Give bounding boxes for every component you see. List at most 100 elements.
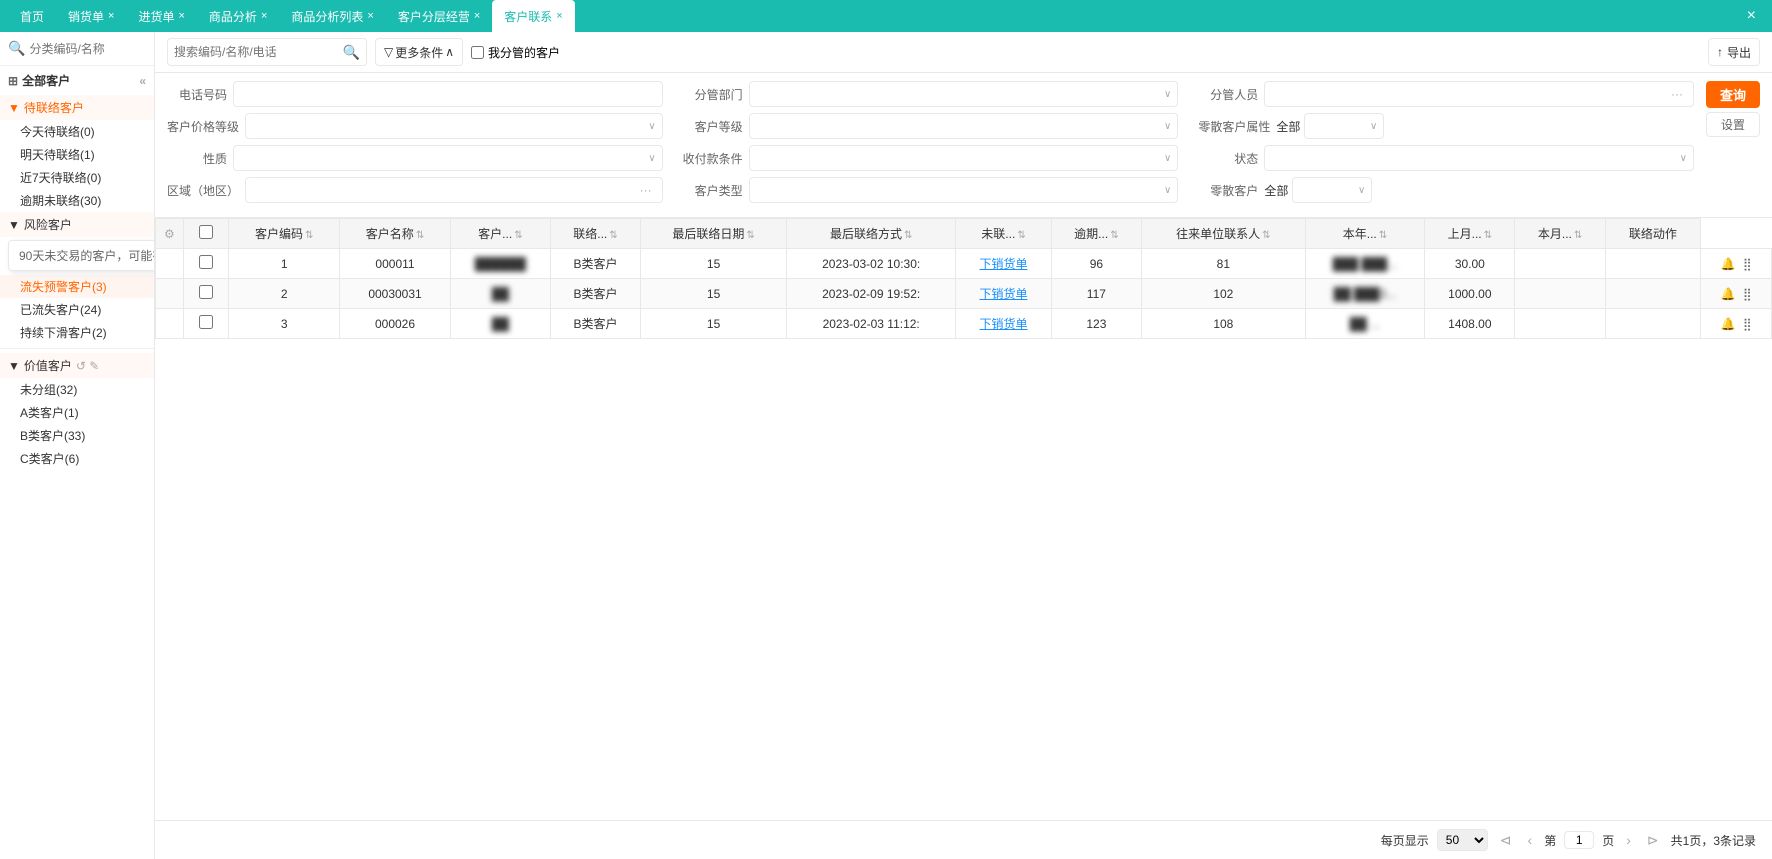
main-search-input[interactable] [174,45,343,59]
next-page-button[interactable]: › [1622,832,1635,848]
nav-customer-segment[interactable]: 客户分层经营 × [386,0,492,32]
filter-row-3: 性质 ∨ 收付款条件 ∨ [167,145,1694,171]
filter-retail-customer-select[interactable]: ∨ [1292,177,1372,203]
row-checkbox-0[interactable] [199,255,213,269]
filter-region-select[interactable]: ··· [245,177,663,203]
select-all-checkbox[interactable] [199,225,213,239]
query-button[interactable]: 查询 [1706,81,1760,108]
cell-code-2: 000026 [340,309,451,339]
sidebar-item-tomorrow[interactable]: 明天待联络(1) [0,143,154,166]
col-overdue[interactable]: 逾期...⇅ [1051,219,1141,249]
sidebar-item-week[interactable]: 近7天待联络(0) [0,166,154,189]
cell-action-2[interactable]: 🔔 ⣿ [1701,309,1772,339]
sidebar-item-churned[interactable]: 已流失客户(24) [0,298,154,321]
cell-contact-1: 15 [641,279,787,309]
filter-dept-select[interactable]: ∨ [749,81,1179,107]
sidebar-item-b-class[interactable]: B类客户(33) [0,424,154,447]
col-last-method[interactable]: 最后联络方式⇅ [787,219,956,249]
filter-customer-level-select[interactable]: ∨ [749,113,1179,139]
sidebar-item-churn-warning[interactable]: 流失预警客户(3) [0,275,154,298]
page-size-select[interactable]: 50 100 [1437,829,1488,851]
table-settings-icon[interactable]: ⚙ [164,227,175,241]
sidebar-item-today[interactable]: 今天待联络(0) [0,120,154,143]
sidebar-group-value[interactable]: ▼ 价值客户 ↺ ✎ [0,353,154,378]
last-page-button[interactable]: ⊳ [1643,832,1663,849]
sidebar-group-risk[interactable]: ▼ 风险客户 [0,212,154,237]
page-number-input[interactable] [1564,831,1594,849]
nav-home[interactable]: 首页 [8,0,56,32]
nav-sales[interactable]: 销货单 × [56,0,126,32]
region-dots-icon[interactable]: ··· [636,183,656,197]
filter-status-select[interactable]: ∨ [1264,145,1694,171]
action-more-icon-2[interactable]: ⣿ [1743,317,1752,331]
filter-manager-select[interactable]: ··· [1264,81,1694,107]
sidebar-item-a-class[interactable]: A类客户(1) [0,401,154,424]
prev-page-button[interactable]: ‹ [1524,832,1537,848]
cell-type-2: B类客户 [550,309,640,339]
action-more-icon-0[interactable]: ⣿ [1743,257,1752,271]
col-this-month[interactable]: 本月...⇅ [1515,219,1605,249]
filter-nature-select[interactable]: ∨ [233,145,663,171]
name-sort-icon: ⇅ [416,230,424,241]
manager-dots-icon[interactable]: ··· [1667,87,1687,101]
col-code[interactable]: 客户编码⇅ [229,219,340,249]
cell-last-method-2[interactable]: 下销货单 [956,309,1052,339]
close-sales-tab[interactable]: × [108,10,114,22]
nav-purchase[interactable]: 进货单 × [126,0,196,32]
nav-product-list[interactable]: 商品分析列表 × [279,0,385,32]
nav-customer-contact[interactable]: 客户联系 × [492,0,574,32]
row-checkbox-2[interactable] [199,315,213,329]
col-last-date[interactable]: 最后联络日期⇅ [641,219,787,249]
value-group-icons[interactable]: ↺ ✎ [76,359,99,373]
main-search-icon[interactable]: 🔍 [343,44,360,61]
action-bell-icon-2[interactable]: 🔔 [1721,317,1736,331]
col-year-amount[interactable]: 本年...⇅ [1305,219,1425,249]
my-customers-checkbox[interactable] [471,46,484,59]
action-more-icon-1[interactable]: ⣿ [1743,287,1752,301]
action-bell-icon-0[interactable]: 🔔 [1721,257,1736,271]
col-contact[interactable]: 联络...⇅ [550,219,640,249]
close-customer-segment-tab[interactable]: × [474,10,480,22]
col-name[interactable]: 客户名称⇅ [340,219,451,249]
filter-payment-select[interactable]: ∨ [749,145,1179,171]
sidebar-item-ungrouped[interactable]: 未分组(32) [0,378,154,401]
close-product-analysis-tab[interactable]: × [261,10,267,22]
sidebar-item-overdue[interactable]: 逾期未联络(30) [0,189,154,212]
cell-action-1[interactable]: 🔔 ⣿ [1701,279,1772,309]
cell-last-method-1[interactable]: 下销货单 [956,279,1052,309]
sidebar-header: ⊞ 全部客户 « [0,66,154,95]
sidebar-group-pending[interactable]: ▼ 待联络客户 [0,95,154,120]
sidebar-search-input[interactable] [29,42,155,56]
window-close-button[interactable]: × [1739,7,1764,25]
code-sort-icon: ⇅ [305,230,313,241]
close-purchase-tab[interactable]: × [178,10,184,22]
filter-customer-type-select[interactable]: ∨ [749,177,1179,203]
col-contact2[interactable]: 往来单位联系人⇅ [1141,219,1305,249]
nav-product-analysis[interactable]: 商品分析 × [197,0,279,32]
settings-button[interactable]: 设置 [1706,112,1760,137]
sidebar-item-c-class[interactable]: C类客户(6) [0,447,154,470]
close-customer-contact-tab[interactable]: × [556,10,562,22]
filter-price-level-select[interactable]: ∨ [245,113,663,139]
filter-retail-attr-select[interactable]: ∨ [1304,113,1384,139]
cell-last-method-0[interactable]: 下销货单 [956,249,1052,279]
filter-retail-customer: 零散客户 全部 ∨ [1198,177,1694,203]
sidebar-collapse-icon[interactable]: « [139,74,146,88]
cell-index-1: 2 [229,279,340,309]
filter-nature-label: 性质 [167,150,227,167]
first-page-button[interactable]: ⊲ [1496,832,1516,849]
filter-phone-input[interactable] [233,81,663,107]
row-checkbox-1[interactable] [199,285,213,299]
more-conditions-button[interactable]: ▽ 更多条件 ∧ [375,38,463,66]
grid-icon: ⊞ [8,74,18,88]
export-button[interactable]: ↑ 导出 [1708,38,1760,66]
my-customers-checkbox-label[interactable]: 我分管的客户 [471,44,560,61]
sidebar-item-declining[interactable]: 持续下滑客户(2) [0,321,154,344]
action-bell-icon-1[interactable]: 🔔 [1721,287,1736,301]
cell-settings-2 [156,309,184,339]
cell-action-0[interactable]: 🔔 ⣿ [1701,249,1772,279]
col-uncontacted[interactable]: 未联...⇅ [956,219,1052,249]
close-product-list-tab[interactable]: × [367,10,373,22]
col-type[interactable]: 客户...⇅ [450,219,550,249]
col-last-month[interactable]: 上月...⇅ [1425,219,1515,249]
